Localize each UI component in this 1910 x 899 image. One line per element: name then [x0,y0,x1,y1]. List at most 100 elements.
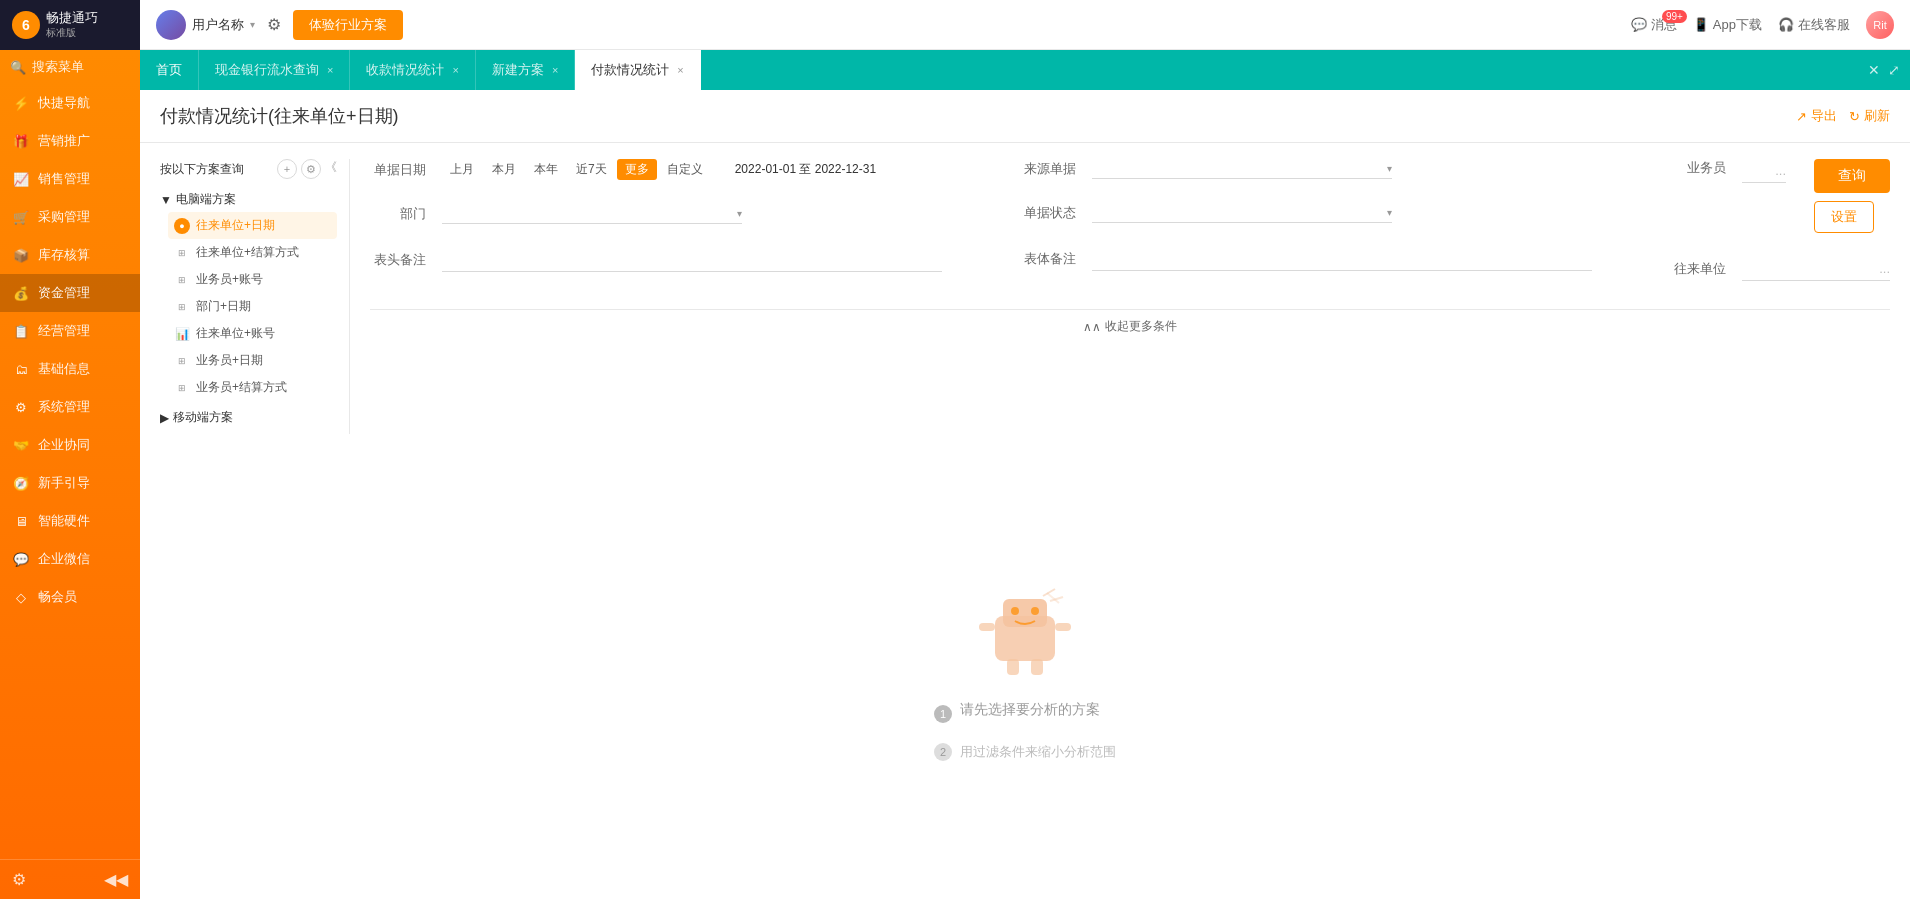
sidebar-item-purchase[interactable]: 🛒 采购管理 [0,198,140,236]
scheme-item-dept-date[interactable]: ⊞ 部门+日期 [168,293,337,320]
export-icon: ↗ [1796,109,1807,124]
logo-text-area: 畅捷通巧 标准版 [46,10,98,40]
marketing-icon: 🎁 [12,132,30,150]
user-dropdown-icon[interactable]: ▾ [250,19,255,30]
scheme-collapse-btn[interactable]: 《 [325,159,337,179]
refresh-btn[interactable]: ↻ 刷新 [1849,107,1890,125]
dept-arrow-icon: ▾ [737,208,742,219]
tab-receipt-stats-close[interactable]: × [452,64,458,76]
scheme-add-btn[interactable]: + [277,159,297,179]
trial-btn[interactable]: 体验行业方案 [293,10,403,40]
scheme-settings-btn[interactable]: ⚙ [301,159,321,179]
date-last7-btn[interactable]: 近7天 [568,159,615,180]
sidebar-item-system[interactable]: ⚙ 系统管理 [0,388,140,426]
scheme-item-unit-settle[interactable]: ⊞ 往来单位+结算方式 [168,239,337,266]
tab-receipt-stats[interactable]: 收款情况统计 × [350,50,475,90]
scheme-item-label: 业务员+结算方式 [196,379,287,396]
sidebar-item-basic[interactable]: 🗂 基础信息 [0,350,140,388]
sidebar-item-vip[interactable]: ◇ 畅会员 [0,578,140,616]
scheme-table-icon-3: ⊞ [174,299,190,315]
inventory-icon: 📦 [12,246,30,264]
tabbar-actions: ✕ ⤢ [1858,62,1910,78]
svg-rect-7 [1031,659,1043,675]
scheme-item-unit-date[interactable]: ● 往来单位+日期 [168,212,337,239]
date-more-btn[interactable]: 更多 [617,159,657,180]
source-doc-row: 来源单据 ▾ [1020,159,1650,179]
scheme-table-icon-4: ⊞ [174,353,190,369]
sidebar-item-label: 资金管理 [38,284,90,302]
unit-placeholder: ... [1879,261,1890,276]
dept-filter-row: 部门 ▾ [370,204,1000,224]
sidebar-item-quick-nav[interactable]: ⚡ 快捷导航 [0,84,140,122]
staff-placeholder: ... [1775,163,1786,178]
tab-bank-flow-label: 现金银行流水查询 [215,61,319,79]
scheme-table-icon-5: ⊞ [174,380,190,396]
username: 用户名称 [192,16,244,34]
sidebar-search[interactable]: 🔍 搜索菜单 [0,50,140,84]
doc-status-select[interactable]: ▾ [1092,203,1392,223]
scheme-mobile-section: ▶ 移动端方案 [160,405,337,430]
scheme-item-unit-account[interactable]: 📊 往来单位+账号 [168,320,337,347]
svg-rect-1 [1003,599,1047,627]
dept-select[interactable]: ▾ [442,204,742,224]
topbar-settings-icon[interactable]: ⚙ [267,15,281,34]
footer-settings-icon[interactable]: ⚙ [12,870,26,889]
sidebar-item-marketing[interactable]: 🎁 营销推广 [0,122,140,160]
body-remark-input[interactable] [1092,247,1592,271]
sidebar-item-inventory[interactable]: 📦 库存核算 [0,236,140,274]
doc-status-label: 单据状态 [1020,204,1076,222]
svg-rect-5 [1055,623,1071,631]
messages-btn[interactable]: 💬 消息 99+ [1631,16,1677,34]
tab-expand-icon[interactable]: ⤢ [1888,62,1900,78]
tab-new-scheme-close[interactable]: × [552,64,558,76]
user-area: 用户名称 ▾ [156,10,255,40]
svg-point-3 [1031,607,1039,615]
export-label: 导出 [1811,107,1837,125]
query-btn[interactable]: 查询 [1814,159,1890,193]
date-this-year-btn[interactable]: 本年 [526,159,566,180]
footer-collapse-icon[interactable]: ◀◀ [104,870,128,889]
sidebar-item-hardware[interactable]: 🖥 智能硬件 [0,502,140,540]
scheme-item-staff-settle[interactable]: ⊞ 业务员+结算方式 [168,374,337,401]
scheme-mobile-title[interactable]: ▶ 移动端方案 [160,405,337,430]
collab-icon: 🤝 [12,436,30,454]
sidebar-item-finance[interactable]: 💰 资金管理 [0,274,140,312]
online-service-btn[interactable]: 🎧 在线客服 [1778,16,1850,34]
topbar-avatar[interactable]: Rit [1866,11,1894,39]
date-last-month-btn[interactable]: 上月 [442,159,482,180]
scheme-desktop-label: 电脑端方案 [176,191,236,208]
scheme-item-staff-date[interactable]: ⊞ 业务员+日期 [168,347,337,374]
tab-bank-flow-close[interactable]: × [327,64,333,76]
scheme-item-staff-account[interactable]: ⊞ 业务员+账号 [168,266,337,293]
date-custom-btn[interactable]: 自定义 [659,159,711,180]
tab-close-all-icon[interactable]: ✕ [1868,62,1880,78]
scheme-item-label: 往来单位+结算方式 [196,244,299,261]
source-doc-select[interactable]: ▾ [1092,159,1392,179]
sidebar-item-operation[interactable]: 📋 经营管理 [0,312,140,350]
sidebar-item-sales[interactable]: 📈 销售管理 [0,160,140,198]
scheme-mobile-arrow: ▶ [160,411,169,425]
sidebar-item-wechat[interactable]: 💬 企业微信 [0,540,140,578]
page-actions: ↗ 导出 ↻ 刷新 [1796,107,1890,125]
date-this-month-btn[interactable]: 本月 [484,159,524,180]
export-btn[interactable]: ↗ 导出 [1796,107,1837,125]
sidebar-item-collab[interactable]: 🤝 企业协同 [0,426,140,464]
collapse-conditions-btn[interactable]: ∧∧ 收起更多条件 [1083,318,1177,335]
sidebar-item-guide[interactable]: 🧭 新手引导 [0,464,140,502]
settings-btn[interactable]: 设置 [1814,201,1874,233]
scheme-desktop-title[interactable]: ▼ 电脑端方案 [160,187,337,212]
app-download-btn[interactable]: 📱 App下载 [1693,16,1762,34]
tab-home-label: 首页 [156,61,182,79]
message-badge: 99+ [1662,10,1687,23]
tab-payment-stats[interactable]: 付款情况统计 × [575,50,700,90]
tab-payment-stats-close[interactable]: × [677,64,683,76]
header-remark-row: 表头备注 [370,248,1000,272]
tab-home[interactable]: 首页 [140,50,199,90]
scheme-item-label: 部门+日期 [196,298,251,315]
collapse-label: 收起更多条件 [1105,318,1177,335]
page-content: 付款情况统计(往来单位+日期) ↗ 导出 ↻ 刷新 按以下方案查询 + [140,90,1910,899]
tab-bank-flow[interactable]: 现金银行流水查询 × [199,50,350,90]
tab-new-scheme[interactable]: 新建方案 × [476,50,575,90]
tabbar: 首页 现金银行流水查询 × 收款情况统计 × 新建方案 × 付款情况统计 × ✕… [140,50,1910,90]
header-remark-input[interactable] [442,248,942,272]
